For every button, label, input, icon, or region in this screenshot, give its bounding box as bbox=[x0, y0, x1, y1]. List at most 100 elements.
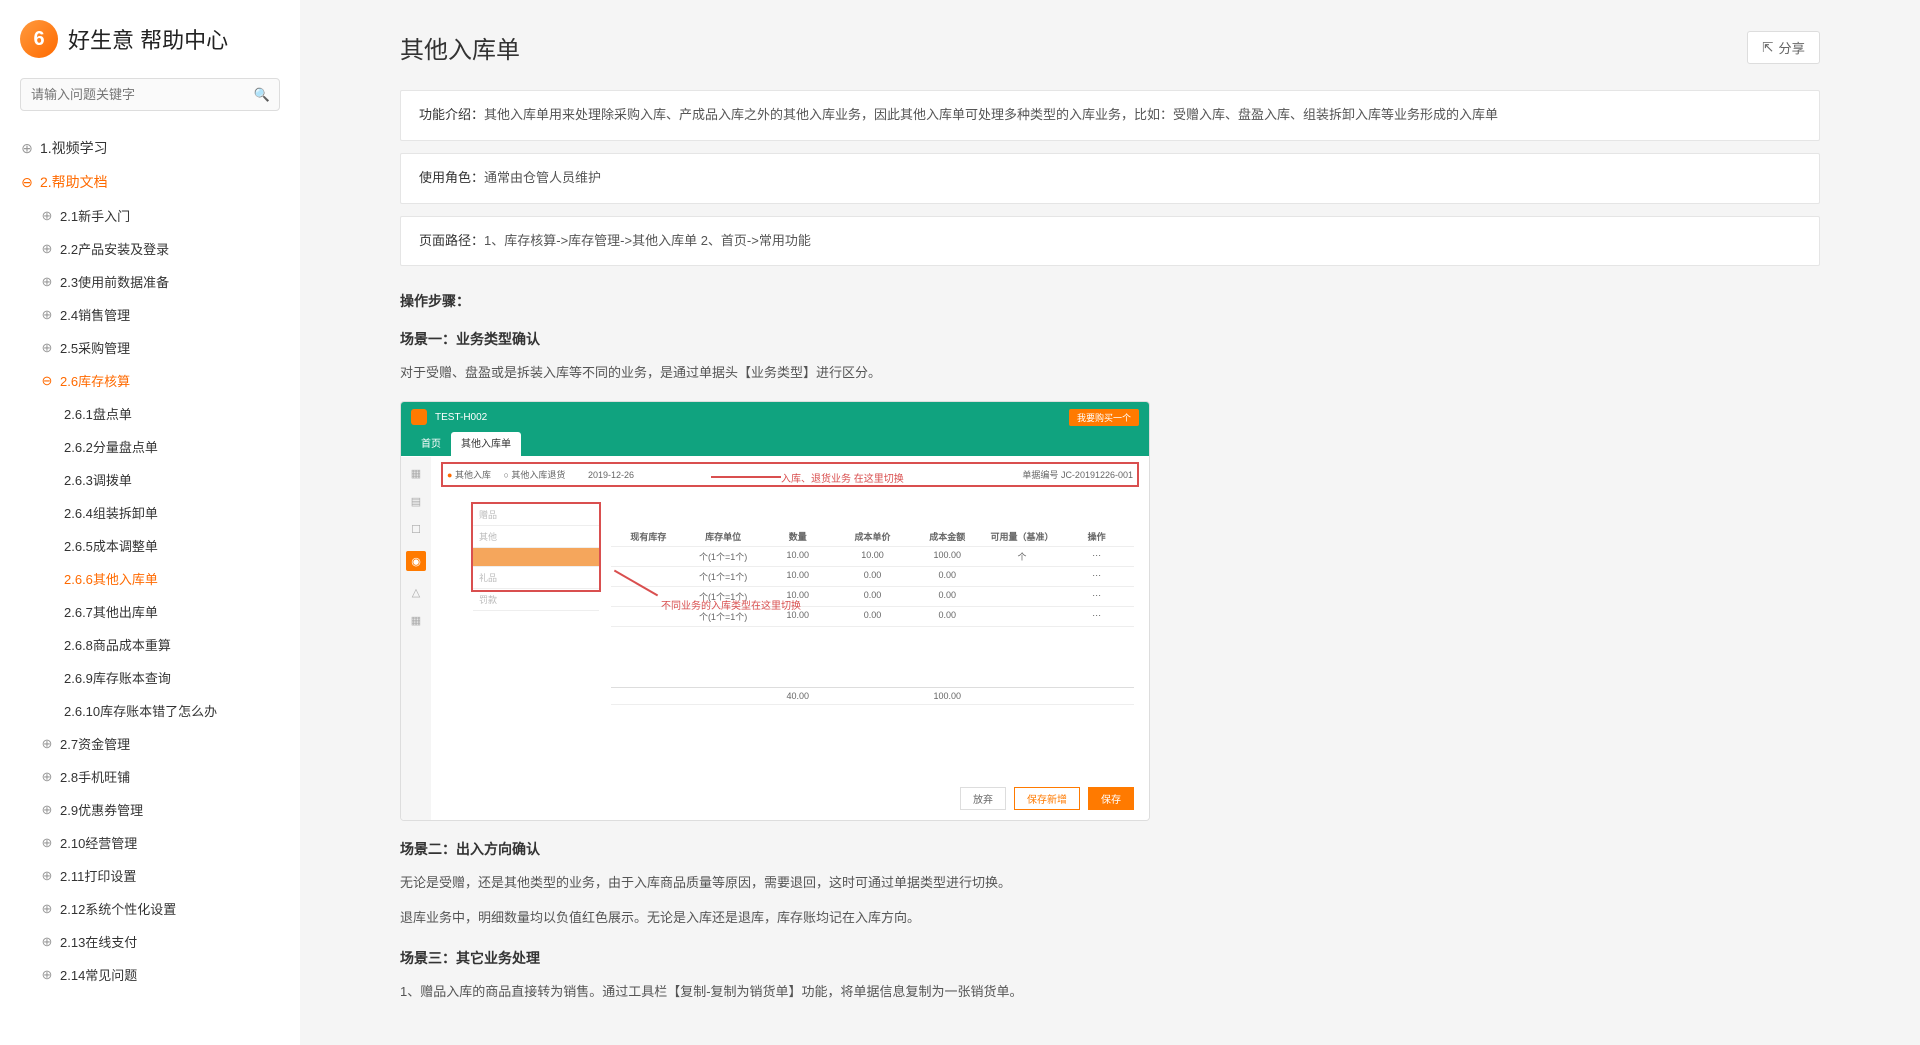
role-label: 使用角色： bbox=[419, 170, 484, 185]
nav-cost-adjust[interactable]: 2.6.5成本调整单 bbox=[20, 529, 280, 562]
logo-area: 6 好生意 帮助中心 bbox=[20, 20, 280, 58]
intro-text: 其他入库单用来处理除采购入库、产成品入库之外的其他入库业务，因此其他入库单可处理… bbox=[484, 107, 1498, 122]
cell: 个(1个=1个) bbox=[686, 570, 761, 583]
side-icon: ▦ bbox=[411, 467, 421, 480]
scene1-heading: 场景一：业务类型确认 bbox=[400, 329, 1820, 349]
nav-purchase-mgmt[interactable]: ⊕2.5采购管理 bbox=[20, 331, 280, 364]
nav-label: 2.10经营管理 bbox=[60, 833, 137, 852]
nav-stock-ledger-fix[interactable]: 2.6.10库存账本错了怎么办 bbox=[20, 694, 280, 727]
nav-inventory[interactable]: ⊖ 2.6库存核算 bbox=[20, 364, 280, 397]
nav-business[interactable]: ⊕ 2.10经营管理 bbox=[20, 826, 280, 859]
annotation-1: 入库、退货业务 在这里切换 bbox=[781, 470, 904, 485]
nav-print[interactable]: ⊕2.11打印设置 bbox=[20, 859, 280, 892]
nav-other-in[interactable]: 2.6.6其他入库单 bbox=[20, 562, 280, 595]
nav-faq[interactable]: ⊕2.14常见问题 bbox=[20, 958, 280, 991]
plus-icon: ⊕ bbox=[40, 869, 54, 883]
nav-weight-stock[interactable]: 2.6.2分量盘点单 bbox=[20, 430, 280, 463]
nav-label: 2.9优惠券管理 bbox=[60, 800, 143, 819]
nav-help-docs[interactable]: ⊖ 2.帮助文档 bbox=[20, 165, 280, 199]
search-box: 🔍 bbox=[20, 78, 280, 111]
nav-cost-recalc[interactable]: 2.6.8商品成本重算 bbox=[20, 628, 280, 661]
nav-label: 1.视频学习 bbox=[40, 138, 108, 158]
plus-icon: ⊕ bbox=[40, 209, 54, 223]
nav-label: 2.6.2分量盘点单 bbox=[64, 437, 158, 456]
nav-label: 2.6.6其他入库单 bbox=[64, 569, 158, 588]
share-label: 分享 bbox=[1778, 38, 1805, 57]
nav-stock-take[interactable]: 2.6.1盘点单 bbox=[20, 397, 280, 430]
nav-other-out[interactable]: 2.6.7其他出库单 bbox=[20, 595, 280, 628]
nav-label: 2.6.4组装拆卸单 bbox=[64, 503, 158, 522]
col-header: 可用量（基准） bbox=[985, 530, 1060, 543]
nav-label: 2.6库存核算 bbox=[60, 371, 130, 390]
nav-video-study[interactable]: ⊕ 1.视频学习 bbox=[20, 131, 280, 165]
cell: 0.00 bbox=[835, 570, 910, 583]
radio-other-in: 其他入库 bbox=[455, 470, 491, 480]
nav-getting-started[interactable]: ⊕ 2.1新手入门 bbox=[20, 199, 280, 232]
nav-label: 2.8手机旺铺 bbox=[60, 767, 130, 786]
logo-icon: 6 bbox=[20, 20, 58, 58]
nav-coupon[interactable]: ⊕2.9优惠券管理 bbox=[20, 793, 280, 826]
nav-stock-ledger[interactable]: 2.6.9库存账本查询 bbox=[20, 661, 280, 694]
screenshot-image: TEST-H002 我要购买一个 首页 其他入库单 ▦ ▤ ☐ ◉ △ bbox=[400, 401, 1150, 821]
nav-data-prep[interactable]: ⊕2.3使用前数据准备 bbox=[20, 265, 280, 298]
nav-label: 2.3使用前数据准备 bbox=[60, 272, 169, 291]
btn-discard: 放弃 bbox=[960, 787, 1006, 810]
steps-heading: 操作步骤： bbox=[400, 291, 1820, 311]
dropdown-opt-selected bbox=[473, 548, 599, 567]
scene1-text: 对于受赠、盘盈或是拆装入库等不同的业务，是通过单据头【业务类型】进行区分。 bbox=[400, 361, 1820, 386]
cell: 10.00 bbox=[835, 550, 910, 563]
intro-label: 功能介绍： bbox=[419, 107, 484, 122]
nav-label: 2.2产品安装及登录 bbox=[60, 239, 169, 258]
sidebar: 6 好生意 帮助中心 🔍 ⊕ 1.视频学习 ⊖ 2.帮助文档 ⊕2.1新手入门 … bbox=[0, 0, 300, 1045]
app-title: TEST-H002 bbox=[435, 412, 487, 423]
cell: 0.00 bbox=[835, 610, 910, 623]
cell: 100.00 bbox=[910, 550, 985, 563]
intro-box: 功能介绍：其他入库单用来处理除采购入库、产成品入库之外的其他入库业务，因此其他入… bbox=[400, 90, 1820, 141]
path-box: 页面路径：1、库存核算->库存管理->其他入库单 2、首页->常用功能 bbox=[400, 216, 1820, 267]
nav-install-login[interactable]: ⊕2.2产品安装及登录 bbox=[20, 232, 280, 265]
screenshot-side-icons: ▦ ▤ ☐ ◉ △ ▦ bbox=[401, 457, 431, 820]
nav-mobile-shop[interactable]: ⊕ 2.8手机旺铺 bbox=[20, 760, 280, 793]
nav-label: 2.14常见问题 bbox=[60, 965, 137, 984]
plus-icon: ⊕ bbox=[40, 737, 54, 751]
side-icon: △ bbox=[412, 586, 420, 599]
plus-icon: ⊕ bbox=[40, 902, 54, 916]
app-orange-button: 我要购买一个 bbox=[1069, 409, 1139, 426]
search-input[interactable] bbox=[20, 78, 280, 111]
cell: 10.00 bbox=[760, 570, 835, 583]
nav-label: 2.5采购管理 bbox=[60, 338, 130, 357]
plus-icon: ⊕ bbox=[40, 308, 54, 322]
search-icon[interactable]: 🔍 bbox=[254, 87, 270, 103]
nav-label: 2.6.1盘点单 bbox=[64, 404, 132, 423]
page-header: 其他入库单 ⇱ 分享 bbox=[400, 30, 1820, 65]
nav-transfer[interactable]: 2.6.3调拨单 bbox=[20, 463, 280, 496]
minus-icon: ⊖ bbox=[40, 374, 54, 388]
nav-label: 2.6.9库存账本查询 bbox=[64, 668, 171, 687]
nav-payment[interactable]: ⊕2.13在线支付 bbox=[20, 925, 280, 958]
nav-funds[interactable]: ⊕2.7资金管理 bbox=[20, 727, 280, 760]
plus-icon: ⊕ bbox=[40, 836, 54, 850]
cell bbox=[611, 550, 686, 563]
plus-icon: ⊕ bbox=[20, 141, 34, 155]
nav-label: 2.1新手入门 bbox=[60, 206, 130, 225]
tab-home: 首页 bbox=[411, 432, 451, 456]
col-header: 库存单位 bbox=[686, 530, 761, 543]
cell bbox=[1059, 691, 1134, 701]
side-icon: ☐ bbox=[411, 523, 421, 536]
share-icon: ⇱ bbox=[1762, 40, 1773, 56]
nav-system[interactable]: ⊕2.12系统个性化设置 bbox=[20, 892, 280, 925]
nav-sales-mgmt[interactable]: ⊕2.4销售管理 bbox=[20, 298, 280, 331]
cell: ⋯ bbox=[1059, 570, 1134, 583]
doc-no-label: 单据编号 bbox=[1022, 470, 1058, 480]
plus-icon: ⊕ bbox=[40, 770, 54, 784]
annotation-2: 不同业务的入库类型在这里切换 bbox=[661, 597, 801, 612]
nav-assembly[interactable]: 2.6.4组装拆卸单 bbox=[20, 496, 280, 529]
tab-other-in: 其他入库单 bbox=[451, 432, 521, 456]
sum-qty: 40.00 bbox=[760, 691, 835, 701]
side-icon: ▦ bbox=[411, 614, 421, 627]
nav-label: 2.6.10库存账本错了怎么办 bbox=[64, 701, 217, 720]
doc-date: 2019-12-26 bbox=[588, 470, 634, 480]
sum-amt: 100.00 bbox=[910, 691, 985, 701]
share-button[interactable]: ⇱ 分享 bbox=[1747, 31, 1820, 64]
annotation-arrow-icon bbox=[711, 476, 781, 478]
